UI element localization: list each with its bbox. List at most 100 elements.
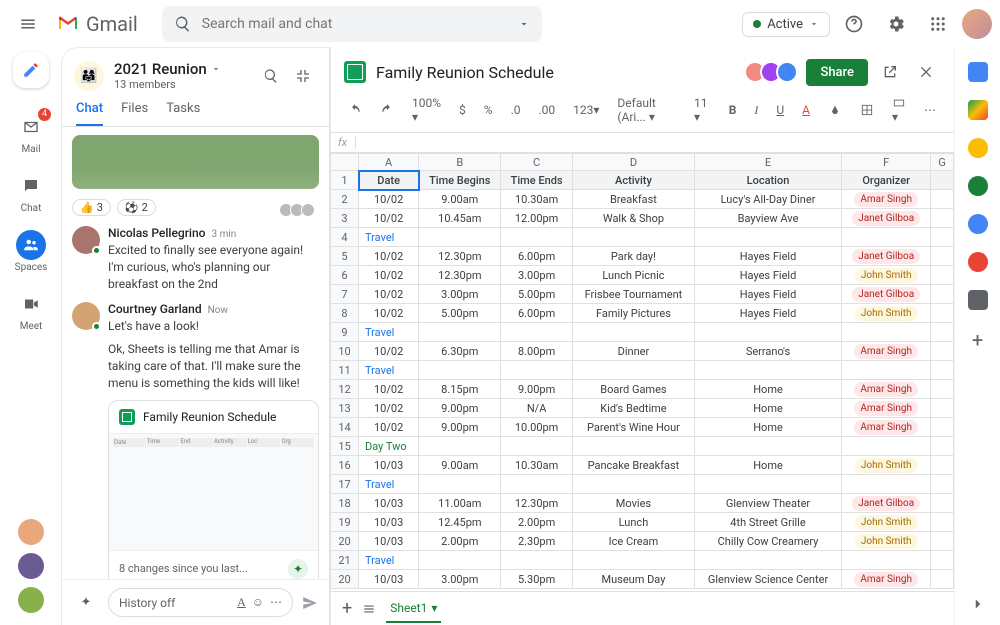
zoom-select[interactable]: 100% ▾ bbox=[408, 94, 445, 126]
row-header[interactable]: 8 bbox=[331, 304, 359, 323]
main-menu-button[interactable] bbox=[8, 4, 48, 44]
sparkle-icon[interactable]: ✦ bbox=[288, 559, 308, 579]
row-header[interactable]: 15 bbox=[331, 437, 359, 456]
more-icon[interactable]: ⋯ bbox=[270, 595, 282, 610]
status-chip[interactable]: Active bbox=[742, 12, 830, 37]
row-header[interactable]: 20 bbox=[331, 570, 359, 589]
apps-button[interactable] bbox=[920, 6, 956, 42]
row-header[interactable]: 11 bbox=[331, 361, 359, 380]
contact-avatar[interactable] bbox=[18, 587, 44, 613]
formula-bar[interactable]: fx bbox=[330, 133, 954, 153]
gmail-logo[interactable]: Gmail bbox=[56, 12, 138, 36]
nav-mail[interactable]: 4 Mail bbox=[5, 112, 57, 155]
decrease-decimal-button[interactable]: .0 bbox=[507, 101, 525, 119]
row-header[interactable]: 6 bbox=[331, 266, 359, 285]
italic-button[interactable]: I bbox=[750, 101, 762, 120]
row-header[interactable]: 5 bbox=[331, 247, 359, 266]
shared-image[interactable] bbox=[72, 135, 319, 189]
undo-button[interactable] bbox=[344, 101, 366, 119]
settings-button[interactable] bbox=[878, 6, 914, 42]
nav-meet[interactable]: Meet bbox=[5, 289, 57, 332]
row-header[interactable]: 12 bbox=[331, 380, 359, 399]
contact-avatar[interactable] bbox=[18, 553, 44, 579]
row-header[interactable]: 16 bbox=[331, 456, 359, 475]
chat-input[interactable]: History off A ☺ ⋯ bbox=[108, 588, 293, 617]
collapse-button[interactable] bbox=[289, 62, 317, 90]
row-header[interactable]: 7 bbox=[331, 285, 359, 304]
account-avatar[interactable] bbox=[962, 9, 992, 39]
row-header[interactable]: 13 bbox=[331, 399, 359, 418]
compose-button[interactable] bbox=[13, 52, 49, 88]
row-header[interactable]: 19 bbox=[331, 513, 359, 532]
spreadsheet-grid[interactable]: ABCDEFG1DateTime BeginsTime EndsActivity… bbox=[330, 153, 954, 591]
add-app-button[interactable]: + bbox=[972, 328, 983, 352]
add-attachment-button[interactable]: ✦ bbox=[72, 589, 100, 617]
tab-files[interactable]: Files bbox=[121, 101, 148, 126]
row-header[interactable]: 3 bbox=[331, 209, 359, 228]
format-menu[interactable]: 123▾ bbox=[569, 101, 603, 119]
emoji-icon[interactable]: ☺ bbox=[252, 595, 264, 610]
font-select[interactable]: Default (Ari... ▾ bbox=[613, 94, 680, 126]
close-button[interactable] bbox=[912, 58, 940, 86]
fill-color-button[interactable] bbox=[824, 101, 846, 119]
col-header[interactable]: E bbox=[694, 154, 841, 171]
contact-avatar[interactable] bbox=[18, 519, 44, 545]
message-avatar[interactable] bbox=[72, 226, 100, 254]
collaborator-avatars[interactable] bbox=[750, 61, 798, 83]
row-header[interactable]: 2 bbox=[331, 190, 359, 209]
row-header[interactable]: 18 bbox=[331, 494, 359, 513]
col-header[interactable]: F bbox=[842, 154, 931, 171]
col-header[interactable]: G bbox=[931, 154, 954, 171]
reaction-chip[interactable]: ⚽2 bbox=[117, 199, 156, 216]
send-button[interactable] bbox=[301, 594, 319, 612]
row-header[interactable]: 1 bbox=[331, 171, 359, 190]
message-avatar[interactable] bbox=[72, 302, 100, 330]
row-header[interactable]: 4 bbox=[331, 228, 359, 247]
redo-button[interactable] bbox=[376, 101, 398, 119]
add-sheet-button[interactable]: + bbox=[342, 598, 352, 619]
sheet-title[interactable]: Family Reunion Schedule bbox=[376, 63, 554, 82]
room-title[interactable]: 2021 Reunion bbox=[114, 60, 207, 78]
drive-icon[interactable] bbox=[968, 100, 988, 120]
col-header[interactable]: B bbox=[419, 154, 501, 171]
row-header[interactable]: 21 bbox=[331, 551, 359, 570]
room-search-button[interactable] bbox=[257, 62, 285, 90]
borders-button[interactable] bbox=[856, 101, 878, 119]
merge-button[interactable]: ▾ bbox=[888, 94, 910, 126]
increase-decimal-button[interactable]: .00 bbox=[535, 101, 560, 119]
tasks-icon[interactable] bbox=[968, 214, 988, 234]
calendar-icon[interactable] bbox=[968, 62, 988, 82]
col-header[interactable]: A bbox=[359, 154, 419, 171]
col-header[interactable]: D bbox=[572, 154, 694, 171]
font-size-select[interactable]: 11 ▾ bbox=[690, 94, 715, 126]
contacts-icon[interactable] bbox=[968, 252, 988, 272]
maps-icon[interactable] bbox=[968, 290, 988, 310]
row-header[interactable]: 9 bbox=[331, 323, 359, 342]
search-dropdown-icon[interactable] bbox=[518, 18, 530, 30]
search-bar[interactable] bbox=[162, 6, 542, 42]
bold-button[interactable]: B bbox=[725, 101, 741, 119]
row-header[interactable]: 17 bbox=[331, 475, 359, 494]
currency-button[interactable]: $ bbox=[455, 101, 470, 119]
collapse-panel-button[interactable] bbox=[969, 595, 987, 613]
tab-chat[interactable]: Chat bbox=[76, 101, 103, 126]
sheet-tab[interactable]: Sheet1 ▾ bbox=[386, 595, 441, 623]
all-sheets-button[interactable] bbox=[362, 602, 376, 616]
nav-chat[interactable]: Chat bbox=[5, 171, 57, 214]
sheet-attachment-card[interactable]: Family Reunion Schedule DateTimeEndActiv… bbox=[108, 400, 319, 579]
underline-button[interactable]: U bbox=[772, 101, 788, 119]
text-color-button[interactable]: A bbox=[798, 101, 814, 119]
help-button[interactable] bbox=[836, 6, 872, 42]
tab-tasks[interactable]: Tasks bbox=[166, 101, 200, 126]
chevron-down-icon[interactable] bbox=[211, 64, 221, 74]
phone-icon[interactable] bbox=[968, 176, 988, 196]
row-header[interactable]: 14 bbox=[331, 418, 359, 437]
row-header[interactable]: 20 bbox=[331, 532, 359, 551]
format-icon[interactable]: A bbox=[237, 595, 246, 610]
row-header[interactable]: 10 bbox=[331, 342, 359, 361]
more-toolbar-button[interactable]: ⋯ bbox=[920, 101, 940, 119]
nav-spaces[interactable]: Spaces bbox=[5, 230, 57, 273]
reaction-chip[interactable]: 👍3 bbox=[72, 199, 111, 216]
keep-icon[interactable] bbox=[968, 138, 988, 158]
col-header[interactable]: C bbox=[501, 154, 573, 171]
